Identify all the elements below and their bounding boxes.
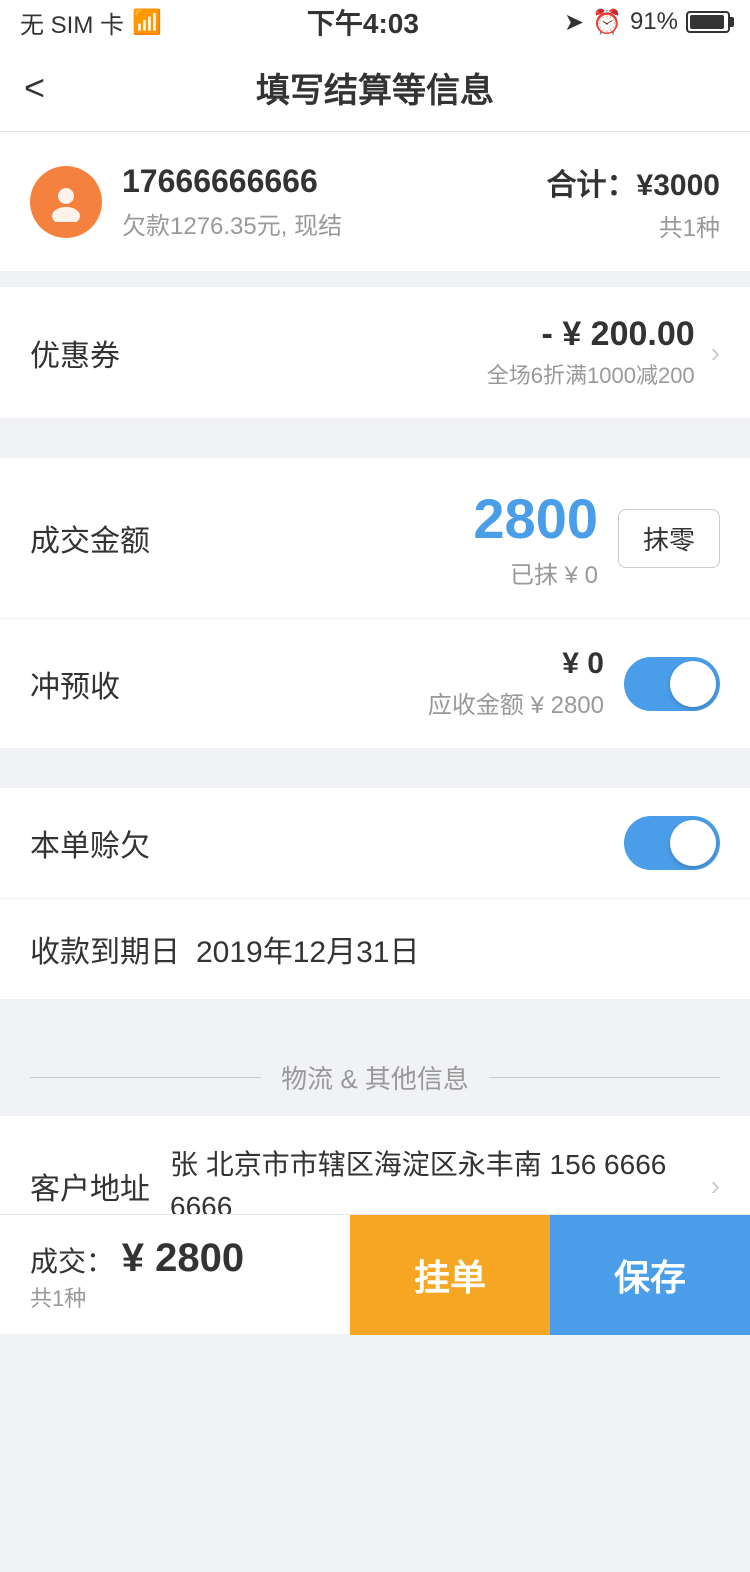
deal-amount-right: 2800 已抹 ¥ 0 抹零: [473, 486, 720, 590]
main-content: 17666666666 欠款1276.35元, 现结 合计：¥3000 共1种 …: [0, 132, 750, 1572]
coupon-amount: - ¥ 200.00 全场6折满1000减200: [487, 315, 695, 390]
section-divider-3: [0, 1015, 750, 1039]
prepay-sub: 应收金额 ¥ 2800: [428, 685, 604, 720]
logistics-divider: 物流 & 其他信息: [0, 1039, 750, 1116]
battery-percent: 91%: [630, 8, 678, 36]
status-left: 无 SIM 卡 📶: [20, 5, 162, 40]
credit-label: 本单赊欠: [30, 821, 150, 865]
status-right: ➤ ⏰ 91%: [564, 8, 730, 37]
coupon-desc: 全场6折满1000减200: [487, 358, 695, 390]
customer-right: 合计：¥3000 共1种: [547, 160, 720, 243]
avatar: [30, 166, 102, 238]
footer-bar: 成交： ¥ 2800 共1种 挂单 保存: [0, 1214, 750, 1334]
status-bar: 无 SIM 卡 📶 下午4:03 ➤ ⏰ 91%: [0, 0, 750, 44]
prepay-row: 冲预收 ¥ 0 应收金额 ¥ 2800: [0, 619, 750, 748]
credit-section: 本单赊欠 收款到期日 2019年12月31日: [0, 788, 750, 999]
nav-bar: < 填写结算等信息: [0, 44, 750, 132]
deal-amount-values: 2800 已抹 ¥ 0: [473, 486, 598, 590]
total-count: 共1种: [547, 208, 720, 243]
due-date-value: 2019年12月31日: [196, 927, 419, 971]
address-label: 客户地址: [30, 1164, 150, 1208]
round-zero-button[interactable]: 抹零: [618, 509, 720, 568]
toggle-knob: [670, 661, 716, 707]
due-date-row: 收款到期日 2019年12月31日: [0, 898, 750, 999]
battery-icon: [686, 11, 730, 33]
coupon-discount: - ¥ 200.00: [487, 315, 695, 354]
deal-amount-sub-text: 已抹 ¥ 0: [473, 555, 598, 590]
footer-summary: 成交： ¥ 2800 共1种: [0, 1236, 350, 1313]
customer-info: 17666666666 欠款1276.35元, 现结: [122, 163, 342, 241]
prepay-values: ¥ 0 应收金额 ¥ 2800: [428, 647, 604, 720]
hold-button[interactable]: 挂单: [350, 1215, 550, 1335]
save-button[interactable]: 保存: [550, 1215, 750, 1335]
prepay-toggle[interactable]: [624, 657, 720, 711]
logistics-label: 物流 & 其他信息: [281, 1059, 469, 1096]
credit-toggle[interactable]: [624, 816, 720, 870]
alarm-icon: ⏰: [592, 8, 622, 37]
coupon-chevron-icon: ›: [711, 337, 720, 369]
coupon-right: - ¥ 200.00 全场6折满1000减200 ›: [487, 315, 720, 390]
footer-count: 共1种: [30, 1281, 320, 1313]
footer-amount: ¥ 2800: [122, 1236, 244, 1280]
coupon-label: 优惠券: [30, 331, 120, 375]
section-divider-2: [0, 764, 750, 788]
carrier-text: 无 SIM 卡: [20, 5, 124, 40]
prepay-right-container: ¥ 0 应收金额 ¥ 2800: [428, 647, 720, 720]
customer-debt: 欠款1276.35元, 现结: [122, 206, 342, 241]
prepay-value: ¥ 0: [428, 647, 604, 681]
deal-amount-section: 成交金额 2800 已抹 ¥ 0 抹零 冲预收 ¥ 0 应收金额 ¥ 2800: [0, 458, 750, 748]
deal-amount-value: 2800: [473, 486, 598, 551]
deal-amount-row: 成交金额 2800 已抹 ¥ 0 抹零: [0, 458, 750, 619]
deal-amount-label: 成交金额: [30, 516, 150, 560]
coupon-row[interactable]: 优惠券 - ¥ 200.00 全场6折满1000减200 ›: [0, 287, 750, 418]
footer-deal-label: 成交： ¥ 2800: [30, 1236, 320, 1281]
section-divider-1: [0, 434, 750, 458]
customer-phone: 17666666666: [122, 163, 342, 200]
address-chevron-icon: ›: [711, 1170, 720, 1202]
status-time: 下午4:03: [307, 2, 419, 42]
credit-toggle-knob: [670, 820, 716, 866]
total-amount: 合计：¥3000: [547, 160, 720, 204]
location-icon: ➤: [564, 8, 584, 37]
page-title: 填写结算等信息: [256, 63, 494, 112]
footer-deal-text: 成交：: [30, 1246, 114, 1277]
wifi-icon: 📶: [132, 8, 162, 37]
prepay-label: 冲预收: [30, 662, 120, 706]
customer-left: 17666666666 欠款1276.35元, 现结: [30, 163, 342, 241]
due-date-label: 收款到期日: [30, 927, 180, 971]
customer-card: 17666666666 欠款1276.35元, 现结 合计：¥3000 共1种: [0, 132, 750, 271]
back-button[interactable]: <: [24, 67, 45, 109]
credit-row: 本单赊欠: [0, 788, 750, 898]
